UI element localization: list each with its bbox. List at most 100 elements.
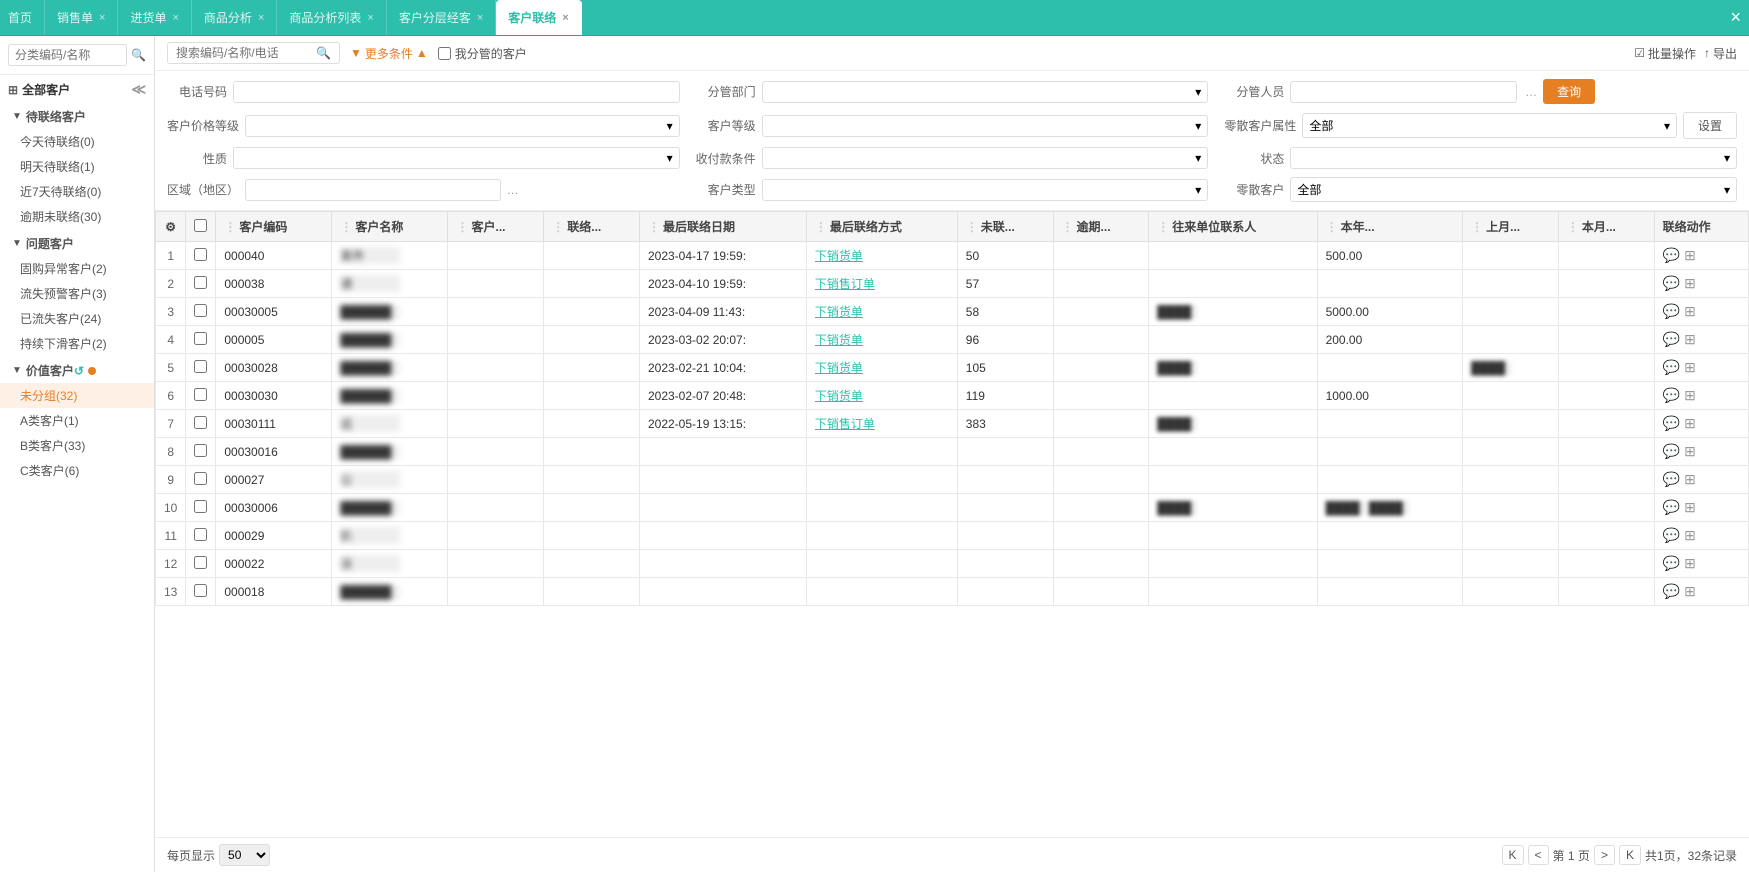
contact-method-link[interactable]: 下销货单: [815, 389, 863, 403]
more-conditions-btn[interactable]: ▼ 更多条件 ▲: [350, 45, 428, 62]
gender-select[interactable]: ▾: [233, 147, 680, 169]
search-icon[interactable]: 🔍: [316, 46, 331, 60]
row-checkbox[interactable]: [194, 388, 207, 401]
value-customers-title[interactable]: ▼ 价值客户 ↺: [0, 358, 154, 383]
refresh-icon[interactable]: ↺: [74, 364, 84, 378]
sidebar-item-week[interactable]: 近7天待联络(0): [0, 179, 154, 204]
row-checkbox[interactable]: [194, 304, 207, 317]
zero-retail-attr-select[interactable]: 全部 ▾: [1302, 113, 1677, 138]
tab-close-customer-tier[interactable]: ×: [477, 12, 483, 24]
row-checkbox[interactable]: [194, 556, 207, 569]
select-all-checkbox[interactable]: [194, 219, 207, 232]
row-checkbox[interactable]: [194, 276, 207, 289]
next-page-btn[interactable]: >: [1594, 845, 1615, 865]
contact-icon[interactable]: 💬: [1663, 527, 1680, 544]
more-action-icon[interactable]: ⊞: [1684, 247, 1696, 264]
sidebar-item-group-a[interactable]: A类客户(1): [0, 408, 154, 433]
row-checkbox[interactable]: [194, 500, 207, 513]
tab-customer-contact[interactable]: 客户联络 ×: [496, 0, 581, 35]
contact-icon[interactable]: 💬: [1663, 555, 1680, 572]
customer-level-select[interactable]: ▾: [762, 115, 1209, 137]
query-button[interactable]: 查询: [1543, 79, 1595, 104]
close-window-icon[interactable]: ×: [1730, 7, 1741, 28]
tab-home[interactable]: 首页: [8, 0, 45, 35]
contact-icon[interactable]: 💬: [1663, 387, 1680, 404]
more-action-icon[interactable]: ⊞: [1684, 359, 1696, 376]
tab-product-list[interactable]: 商品分析列表 ×: [277, 0, 386, 35]
sidebar-item-group-b[interactable]: B类客户(33): [0, 433, 154, 458]
payment-select[interactable]: ▾: [762, 147, 1209, 169]
sidebar-item-lost[interactable]: 已流失客户(24): [0, 306, 154, 331]
row-checkbox[interactable]: [194, 528, 207, 541]
sidebar-item-churn-risk[interactable]: 流失预警客户(3): [0, 281, 154, 306]
tab-close-product-analysis[interactable]: ×: [258, 12, 264, 24]
customer-type-select[interactable]: ▾: [762, 179, 1209, 201]
select-all-header[interactable]: [186, 212, 216, 242]
more-action-icon[interactable]: ⊞: [1684, 583, 1696, 600]
row-checkbox[interactable]: [194, 472, 207, 485]
row-checkbox[interactable]: [194, 584, 207, 597]
reset-button[interactable]: 设置: [1683, 112, 1737, 139]
sidebar-search-icon[interactable]: 🔍: [131, 48, 146, 62]
contact-icon[interactable]: 💬: [1663, 331, 1680, 348]
tab-close-purchase[interactable]: ×: [172, 12, 178, 24]
contact-method-link[interactable]: 下销货单: [815, 333, 863, 347]
more-action-icon[interactable]: ⊞: [1684, 471, 1696, 488]
page-size-dropdown[interactable]: 50 100 200: [219, 844, 270, 866]
contact-icon[interactable]: 💬: [1663, 499, 1680, 516]
more-action-icon[interactable]: ⊞: [1684, 555, 1696, 572]
settings-header[interactable]: ⚙: [156, 212, 186, 242]
row-checkbox[interactable]: [194, 248, 207, 261]
pending-contact-title[interactable]: ▼ 待联络客户: [0, 104, 154, 129]
all-customers-header[interactable]: ⊞ 全部客户 ≪: [0, 75, 154, 104]
tab-close-customer-contact[interactable]: ×: [562, 12, 568, 24]
contact-icon[interactable]: 💬: [1663, 247, 1680, 264]
more-action-icon[interactable]: ⊞: [1684, 387, 1696, 404]
contact-icon[interactable]: 💬: [1663, 443, 1680, 460]
my-customers-checkbox[interactable]: 我分管的客户: [438, 45, 527, 62]
contact-icon[interactable]: 💬: [1663, 471, 1680, 488]
contact-icon[interactable]: 💬: [1663, 415, 1680, 432]
export-btn[interactable]: ↑ 导出: [1704, 45, 1737, 62]
row-checkbox[interactable]: [194, 360, 207, 373]
contact-icon[interactable]: 💬: [1663, 303, 1680, 320]
contact-icon[interactable]: 💬: [1663, 275, 1680, 292]
my-customers-check[interactable]: [438, 47, 451, 60]
dept-select[interactable]: ▾: [762, 81, 1209, 103]
person-more-icon[interactable]: …: [1525, 85, 1537, 99]
contact-method-link[interactable]: 下销货单: [815, 361, 863, 375]
price-level-select[interactable]: ▾: [245, 115, 680, 137]
tab-close-sales[interactable]: ×: [99, 12, 105, 24]
phone-input[interactable]: [233, 81, 680, 103]
tab-close-product-list[interactable]: ×: [367, 12, 373, 24]
area-more-icon[interactable]: …: [507, 183, 519, 197]
contact-icon[interactable]: 💬: [1663, 583, 1680, 600]
more-action-icon[interactable]: ⊞: [1684, 443, 1696, 460]
more-action-icon[interactable]: ⊞: [1684, 415, 1696, 432]
more-action-icon[interactable]: ⊞: [1684, 527, 1696, 544]
contact-method-link[interactable]: 下销售订单: [815, 417, 875, 431]
tab-customer-tier[interactable]: 客户分层经客 ×: [387, 0, 496, 35]
problem-customers-title[interactable]: ▼ 问题客户: [0, 231, 154, 256]
person-input[interactable]: [1290, 81, 1517, 103]
sidebar-item-group-c[interactable]: C类客户(6): [0, 458, 154, 483]
row-checkbox[interactable]: [194, 416, 207, 429]
tab-purchase[interactable]: 进货单 ×: [118, 0, 191, 35]
more-action-icon[interactable]: ⊞: [1684, 275, 1696, 292]
last-page-btn[interactable]: K: [1619, 845, 1641, 865]
area-input[interactable]: [245, 179, 501, 201]
sidebar-item-overdue[interactable]: 逾期未联络(30): [0, 204, 154, 229]
sidebar-item-today[interactable]: 今天待联络(0): [0, 129, 154, 154]
sidebar-collapse-icon[interactable]: ≪: [131, 81, 146, 98]
status-select[interactable]: ▾: [1290, 147, 1737, 169]
contact-method-link[interactable]: 下销货单: [815, 249, 863, 263]
search-input[interactable]: [176, 46, 316, 60]
zero-retail-select[interactable]: 全部 ▾: [1290, 177, 1737, 202]
prev-page-btn[interactable]: <: [1528, 845, 1549, 865]
more-action-icon[interactable]: ⊞: [1684, 303, 1696, 320]
sidebar-item-abnormal[interactable]: 固购异常客户(2): [0, 256, 154, 281]
contact-method-link[interactable]: 下销售订单: [815, 277, 875, 291]
sidebar-item-unclassified[interactable]: 未分组(32): [0, 383, 154, 408]
sidebar-search-input[interactable]: [8, 44, 127, 66]
more-action-icon[interactable]: ⊞: [1684, 499, 1696, 516]
